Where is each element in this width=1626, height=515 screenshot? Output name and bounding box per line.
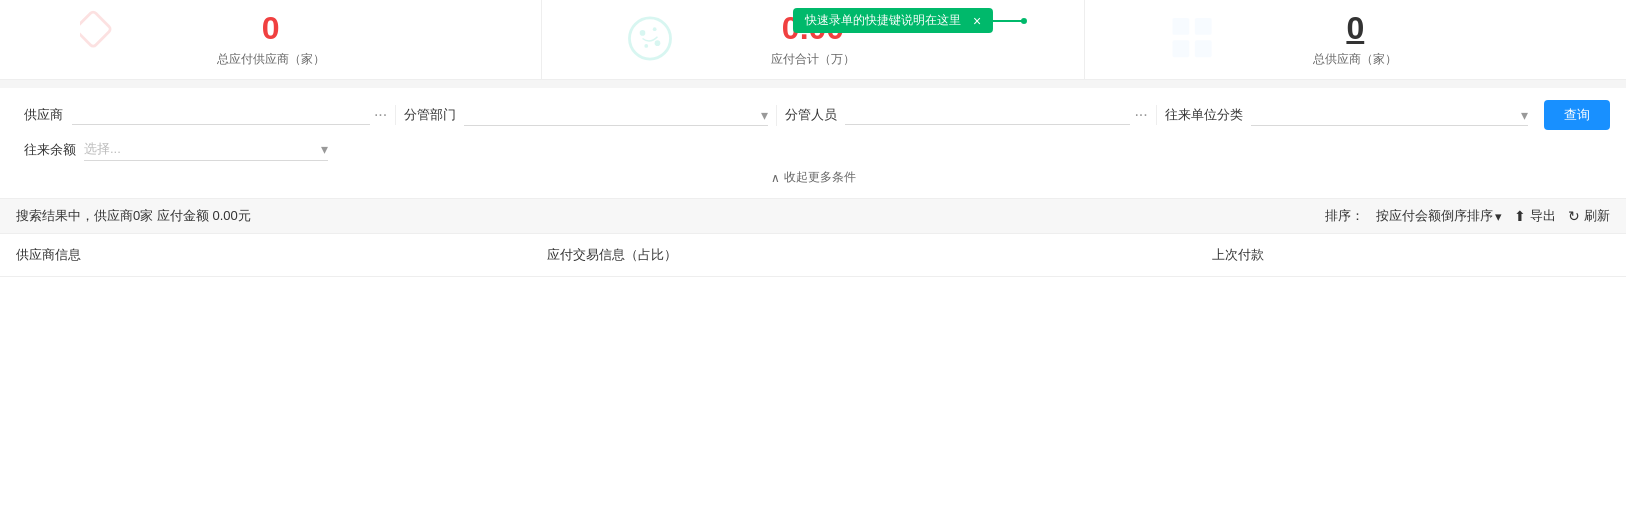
results-right: 排序： 按应付会额倒序排序 ▾ ⬆ 导出 ↻ 刷新 bbox=[1325, 207, 1610, 225]
svg-point-1 bbox=[630, 17, 671, 58]
supplier-dots[interactable]: ··· bbox=[374, 106, 387, 124]
diamond-icon bbox=[80, 10, 136, 69]
svg-rect-0 bbox=[80, 10, 112, 47]
department-select[interactable]: ▾ bbox=[464, 105, 767, 126]
tooltip-close-icon[interactable]: × bbox=[973, 14, 981, 28]
payable-suppliers-label: 总应付供应商（家） bbox=[217, 51, 325, 68]
payable-amount-label: 应付合计（万） bbox=[771, 51, 855, 68]
svg-point-5 bbox=[645, 44, 649, 48]
sort-select[interactable]: 按应付会额倒序排序 ▾ bbox=[1376, 207, 1502, 225]
person-dots[interactable]: ··· bbox=[1134, 106, 1147, 124]
collapse-label: 收起更多条件 bbox=[784, 169, 856, 186]
balance-chevron-icon: ▾ bbox=[321, 141, 328, 157]
sort-value: 按应付会额倒序排序 bbox=[1376, 207, 1493, 225]
department-label: 分管部门 bbox=[404, 106, 456, 124]
table-header: 供应商信息 应付交易信息（占比） 上次付款 bbox=[0, 234, 1626, 277]
export-button[interactable]: ⬆ 导出 bbox=[1514, 207, 1556, 225]
payable-suppliers-number: 0 bbox=[262, 11, 280, 46]
filter-area: 供应商 ··· 分管部门 ▾ 分管人员 ··· 往来单位分类 ▾ 查询 bbox=[0, 88, 1626, 199]
stat-total-suppliers: 0 总供应商（家） bbox=[1085, 0, 1626, 79]
query-button[interactable]: 查询 bbox=[1544, 100, 1610, 130]
unit-category-label: 往来单位分类 bbox=[1165, 106, 1243, 124]
filter-row-2: 往来余额 选择... ▾ bbox=[16, 138, 1610, 161]
balance-placeholder: 选择... bbox=[84, 140, 121, 158]
balance-label: 往来余额 bbox=[24, 141, 76, 159]
person-input[interactable] bbox=[845, 105, 1131, 125]
stat-payable-suppliers: 0 总应付供应商（家） bbox=[0, 0, 542, 79]
total-suppliers-label: 总供应商（家） bbox=[1313, 51, 1397, 68]
svg-rect-9 bbox=[1195, 40, 1212, 57]
collapse-row: ∧ 收起更多条件 bbox=[16, 169, 1610, 186]
col-transaction-header: 应付交易信息（占比） bbox=[547, 246, 1211, 264]
stat-payable-amount: 快速录单的快捷键说明在这里 × 0.00 应付合计（万） bbox=[542, 0, 1084, 79]
filter-row-1: 供应商 ··· 分管部门 ▾ 分管人员 ··· 往来单位分类 ▾ 查询 bbox=[16, 100, 1610, 130]
svg-rect-6 bbox=[1172, 17, 1189, 34]
unit-category-select[interactable]: ▾ bbox=[1251, 105, 1528, 126]
svg-point-3 bbox=[653, 27, 657, 31]
svg-point-4 bbox=[655, 40, 661, 46]
export-icon: ⬆ bbox=[1514, 208, 1526, 224]
sort-label: 排序： bbox=[1325, 207, 1364, 225]
collapse-button[interactable]: ∧ 收起更多条件 bbox=[771, 169, 856, 186]
total-suppliers-number: 0 bbox=[1346, 11, 1364, 46]
supplier-filter: 供应商 ··· bbox=[16, 105, 396, 125]
svg-point-2 bbox=[640, 30, 646, 36]
table-body bbox=[0, 277, 1626, 515]
tooltip-text: 快速录单的快捷键说明在这里 bbox=[805, 12, 961, 29]
supplier-input[interactable] bbox=[72, 105, 370, 125]
col-supplier-header: 供应商信息 bbox=[16, 246, 547, 264]
refresh-label: 刷新 bbox=[1584, 207, 1610, 225]
collapse-chevron-icon: ∧ bbox=[771, 171, 780, 185]
tooltip-dot bbox=[1019, 16, 1029, 26]
shortcut-tooltip: 快速录单的快捷键说明在这里 × bbox=[793, 8, 993, 33]
person-filter: 分管人员 ··· bbox=[777, 105, 1157, 125]
export-label: 导出 bbox=[1530, 207, 1556, 225]
person-label: 分管人员 bbox=[785, 106, 837, 124]
top-stats-bar: 0 总应付供应商（家） 快速录单的快捷键说明在这里 × 0.00 应付合计（万） bbox=[0, 0, 1626, 80]
col-payment-header: 上次付款 bbox=[1212, 246, 1611, 264]
refresh-icon: ↻ bbox=[1568, 208, 1580, 224]
cookie-icon bbox=[622, 10, 678, 69]
sort-chevron-icon: ▾ bbox=[1495, 209, 1502, 224]
svg-rect-8 bbox=[1172, 40, 1189, 57]
unit-category-chevron-icon: ▾ bbox=[1521, 107, 1528, 123]
refresh-button[interactable]: ↻ 刷新 bbox=[1568, 207, 1610, 225]
department-filter: 分管部门 ▾ bbox=[396, 105, 776, 126]
balance-select[interactable]: 选择... ▾ bbox=[84, 138, 328, 161]
supplier-label: 供应商 bbox=[24, 106, 64, 124]
department-chevron-icon: ▾ bbox=[761, 107, 768, 123]
results-summary: 搜索结果中，供应商0家 应付金额 0.00元 bbox=[16, 207, 251, 225]
results-bar: 搜索结果中，供应商0家 应付金额 0.00元 排序： 按应付会额倒序排序 ▾ ⬆… bbox=[0, 199, 1626, 234]
balance-filter: 往来余额 选择... ▾ bbox=[16, 138, 336, 161]
unit-category-filter: 往来单位分类 ▾ bbox=[1157, 105, 1536, 126]
svg-rect-7 bbox=[1195, 17, 1212, 34]
grid-icon bbox=[1165, 10, 1221, 69]
